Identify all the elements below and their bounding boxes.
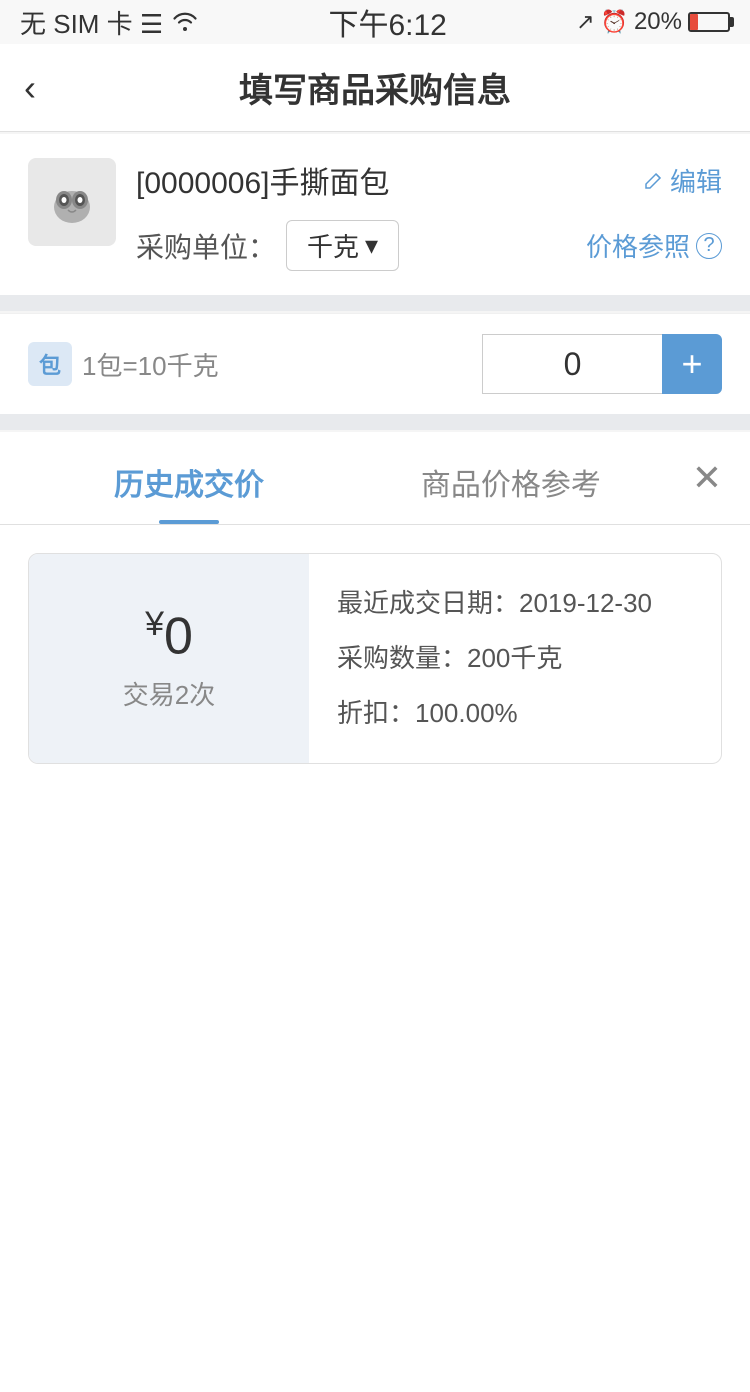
product-id: [0000006]	[136, 167, 269, 200]
status-left: 无 SIM 卡 ☰	[20, 4, 199, 41]
product-info: [0000006]手撕面包 编辑 采购单位： 千克 ▾	[136, 158, 722, 271]
purchase-row: 采购单位： 千克 ▾ 价格参照 ?	[136, 220, 722, 271]
history-discount: 折扣：100.00%	[337, 694, 693, 733]
history-times: 交易2次	[123, 675, 215, 712]
tab-panel: 历史成交价 商品价格参考 ✕ ¥0 交易2次 最近成交日期：2019-12-30…	[0, 432, 750, 792]
unit-badge: 包	[28, 342, 72, 386]
nav-bar: ‹ 填写商品采购信息	[0, 44, 750, 132]
section-divider-2	[0, 414, 750, 430]
quantity-control: +	[482, 334, 722, 394]
section-divider	[0, 295, 750, 311]
alarm-icon: ⏰	[601, 9, 628, 35]
product-card: [0000006]手撕面包 编辑 采购单位： 千克 ▾	[0, 134, 750, 295]
price-ref-button[interactable]: 价格参照 ?	[586, 227, 722, 264]
quantity-row: 包 1包=10千克 +	[0, 313, 750, 414]
page-title: 填写商品采购信息	[239, 63, 511, 112]
product-header: [0000006]手撕面包 编辑 采购单位： 千克 ▾	[28, 158, 722, 271]
unit-conversion: 1包=10千克	[82, 346, 219, 383]
edit-button[interactable]: 编辑	[642, 162, 722, 199]
tab-header: 历史成交价 商品价格参考 ✕	[0, 432, 750, 525]
status-right: ↗ ⏰ 20%	[576, 8, 730, 36]
purchase-unit-section: 采购单位： 千克 ▾	[136, 220, 399, 271]
product-name-row: [0000006]手撕面包 编辑	[136, 158, 722, 202]
dropdown-arrow-icon: ▾	[365, 230, 378, 261]
product-title: 手撕面包	[269, 167, 389, 200]
history-qty: 采购数量：200千克	[337, 639, 693, 678]
battery-percent: 20%	[634, 8, 682, 36]
tab-history-price[interactable]: 历史成交价	[28, 432, 350, 524]
history-left-panel: ¥0 交易2次	[29, 554, 309, 763]
unit-select[interactable]: 千克 ▾	[286, 220, 399, 271]
wifi-icon	[171, 7, 199, 38]
history-price: ¥0	[145, 605, 193, 666]
help-icon: ?	[696, 233, 722, 259]
no-sim-label: 无 SIM 卡 ☰	[20, 4, 163, 41]
purchase-unit-label: 采购单位：	[136, 226, 276, 266]
quantity-input[interactable]	[482, 334, 662, 394]
history-right-panel: 最近成交日期：2019-12-30 采购数量：200千克 折扣：100.00%	[309, 554, 721, 763]
battery-icon	[688, 12, 730, 32]
content-area: ¥0 交易2次 最近成交日期：2019-12-30 采购数量：200千克 折扣：…	[0, 525, 750, 792]
product-image	[28, 158, 116, 246]
bottom-space	[0, 792, 750, 1392]
history-card: ¥0 交易2次 最近成交日期：2019-12-30 采购数量：200千克 折扣：…	[28, 553, 722, 764]
yen-sign: ¥	[145, 605, 164, 643]
tab-product-price-ref[interactable]: 商品价格参考	[350, 432, 672, 524]
unit-info: 包 1包=10千克	[28, 342, 219, 386]
back-button[interactable]: ‹	[24, 67, 36, 109]
location-icon: ↗	[576, 9, 594, 35]
tab-close-button[interactable]: ✕	[672, 440, 722, 516]
history-date: 最近成交日期：2019-12-30	[337, 584, 693, 623]
status-time: 下午6:12	[328, 0, 446, 44]
status-bar: 无 SIM 卡 ☰ 下午6:12 ↗ ⏰ 20%	[0, 0, 750, 44]
product-name: [0000006]手撕面包	[136, 158, 389, 202]
quantity-plus-button[interactable]: +	[662, 334, 722, 394]
